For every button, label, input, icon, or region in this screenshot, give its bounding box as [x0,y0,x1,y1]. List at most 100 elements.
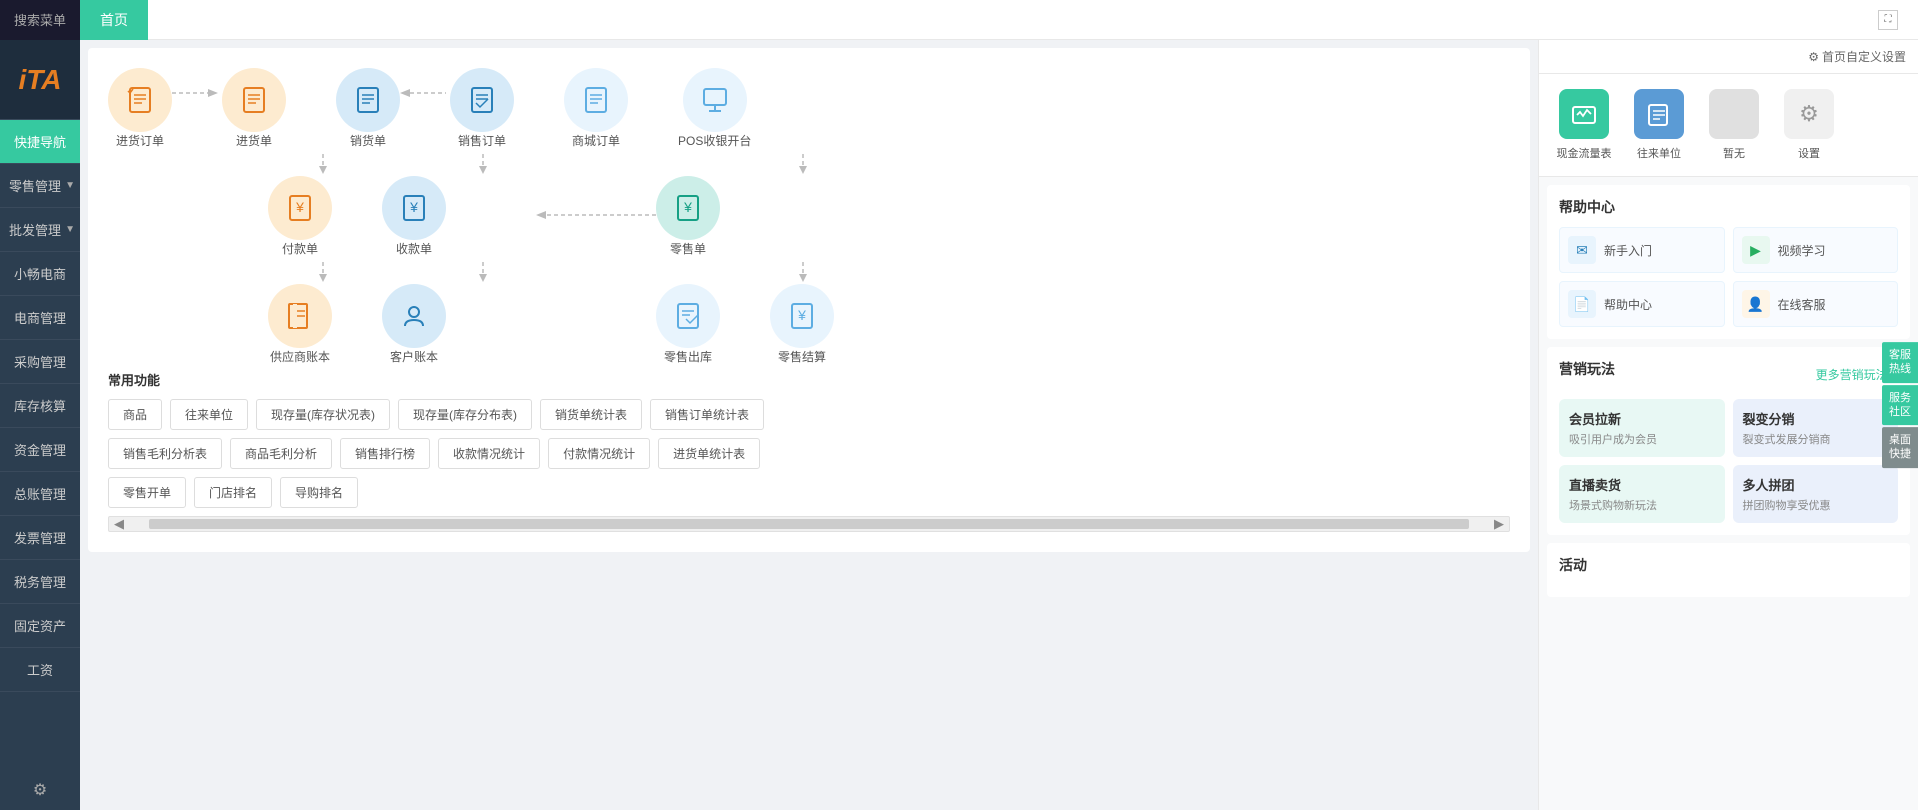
search-menu-btn[interactable]: 搜索菜单 [0,0,80,40]
sidebar-item-label-ledger: 总账管理 [5,484,75,503]
btn-inventory-dist[interactable]: 现存量(库存分布表) [398,399,532,430]
scroll-handle[interactable] [149,519,1469,529]
right-panel-header: ⚙ 首页自定义设置 [1539,40,1918,74]
sidebar-logo: iTA [0,40,80,120]
customize-link[interactable]: ⚙ 首页自定义设置 [1808,48,1906,65]
sidebar-item-purchase[interactable]: 采购管理 [0,340,80,384]
supplier-book-icon[interactable] [268,284,332,348]
float-btn-service[interactable]: 客服热线 [1882,342,1918,383]
help-item-service[interactable]: 👤 在线客服 [1733,281,1899,327]
sidebar-item-inventory[interactable]: 库存核算 [0,384,80,428]
v-arrow-stock-in [268,154,378,174]
pos-icon[interactable] [683,68,747,132]
sales-order-icon[interactable] [450,68,514,132]
sidebar-item-label-inventory: 库存核算 [5,396,75,415]
btn-purchase-stat[interactable]: 进货单统计表 [658,438,760,469]
v-arrow-retail [748,262,858,282]
sidebar-item-assets[interactable]: 固定资产 [0,604,80,648]
sidebar-item-ledger[interactable]: 总账管理 [0,472,80,516]
mall-order-icon[interactable] [564,68,628,132]
quick-access-settings[interactable]: ⚙ 设置 [1779,89,1839,161]
customer-book-icon[interactable] [382,284,446,348]
flow-node-payment: ¥ 付款单 [268,176,332,257]
flow-node-sales-order: 销售订单 [450,68,514,149]
btn-store-rank[interactable]: 门店排名 [194,477,272,508]
help-center-title: 帮助中心 [1559,197,1898,217]
btn-guide-rank[interactable]: 导购排名 [280,477,358,508]
v-spacer2 [218,154,268,174]
btn-sales-rank[interactable]: 销售排行榜 [340,438,430,469]
main-layout: iTA 快捷导航 零售管理 ▼ 批发管理 ▼ 小畅电商 电商管理 采购管理 库存… [0,40,1918,810]
quick-access-none[interactable]: 暂无 [1704,89,1764,161]
quick-access-partners[interactable]: 往来单位 [1629,89,1689,161]
btn-payment-stat[interactable]: 付款情况统计 [548,438,650,469]
v-spacer3 [378,154,428,174]
sidebar-item-ecom[interactable]: 小畅电商 [0,252,80,296]
sales-order-label: 销售订单 [458,132,506,149]
dashed-from-pos [536,208,656,222]
btn-sales-order-stat[interactable]: 销售订单统计表 [650,399,764,430]
flow-node-customer-book: 客户账本 [382,284,446,365]
marketing-item-group[interactable]: 多人拼团 拼团购物享受优惠 [1733,465,1899,523]
scroll-right-arrow[interactable]: ▶ [1489,516,1509,532]
video-icon: ▶ [1742,236,1770,264]
v-arrow-sales [428,154,538,174]
svg-text:¥: ¥ [295,199,304,215]
sidebar-item-retail[interactable]: 零售管理 ▼ [0,164,80,208]
retail-settle-icon[interactable]: ¥ [770,284,834,348]
flow-node-retail-out: 零售出库 [656,284,720,365]
float-btn-community[interactable]: 服务社区 [1882,385,1918,426]
float-btn-desktop[interactable]: 桌面快捷 [1882,427,1918,468]
flow-row-3: 供应商账本 客户账本 [108,284,978,365]
marketing-item-fission[interactable]: 裂变分销 裂变式发展分销商 [1733,399,1899,457]
none-label: 暂无 [1723,145,1745,161]
quick-access-bar: 现金流量表 往来单位 暂无 ⚙ 设置 [1539,74,1918,177]
sales-icon[interactable] [336,68,400,132]
fullscreen-btn[interactable]: ⛶ [1878,10,1898,30]
marketing-item-live[interactable]: 直播卖货 场景式购物新玩法 [1559,465,1725,523]
retail-out-icon[interactable] [656,284,720,348]
quick-access-cashflow[interactable]: 现金流量表 [1554,89,1614,161]
purchase-order-icon[interactable] [108,68,172,132]
sidebar-item-tax[interactable]: 税务管理 [0,560,80,604]
btn-sales-stat[interactable]: 销货单统计表 [540,399,642,430]
btn-partners[interactable]: 往来单位 [170,399,248,430]
chevron-down-icon-2: ▼ [65,224,75,235]
beginner-label: 新手入门 [1604,242,1652,259]
stock-in-icon[interactable] [222,68,286,132]
v-arrow-payment [268,262,378,282]
marketing-item-member[interactable]: 会员拉新 吸引用户成为会员 [1559,399,1725,457]
live-sub: 场景式购物新玩法 [1569,497,1715,513]
help-item-beginner[interactable]: ✉ 新手入门 [1559,227,1725,273]
sidebar-item-finance[interactable]: 资金管理 [0,428,80,472]
activity-section: 活动 [1547,543,1910,597]
v-arrow-receipt [428,262,538,282]
btn-goods[interactable]: 商品 [108,399,162,430]
v-sp3 [588,262,698,282]
retail-icon[interactable]: ¥ [656,176,720,240]
btn-receipt-stat[interactable]: 收款情况统计 [438,438,540,469]
settings-gear-icon[interactable]: ⚙ [33,780,47,800]
payment-icon[interactable]: ¥ [268,176,332,240]
sidebar-item-invoice[interactable]: 发票管理 [0,516,80,560]
v-arrows-row2 [108,262,978,282]
help-item-help[interactable]: 📄 帮助中心 [1559,281,1725,327]
receipt-icon[interactable]: ¥ [382,176,446,240]
scroll-left-arrow[interactable]: ◀ [109,516,129,532]
btn-goods-profit[interactable]: 商品毛利分析 [230,438,332,469]
gear-small-icon: ⚙ [1808,50,1819,64]
sidebar-item-salary[interactable]: 工资 [0,648,80,692]
sidebar-item-wholesale[interactable]: 批发管理 ▼ [0,208,80,252]
horizontal-scrollbar[interactable]: ◀ ▶ [108,516,1510,532]
btn-retail-order[interactable]: 零售开单 [108,477,186,508]
btn-sales-profit[interactable]: 销售毛利分析表 [108,438,222,469]
beginner-icon: ✉ [1568,236,1596,264]
sidebar-item-ecomm2[interactable]: 电商管理 [0,296,80,340]
tab-home[interactable]: 首页 [80,0,148,40]
help-item-video[interactable]: ▶ 视频学习 [1733,227,1899,273]
flow-row-2: ¥ 付款单 ¥ 收款单 [108,176,978,257]
btn-inventory-status[interactable]: 现存量(库存状况表) [256,399,390,430]
payment-label: 付款单 [282,240,318,257]
purchase-order-label: 进货订单 [116,132,164,149]
sidebar-item-quicknav[interactable]: 快捷导航 [0,120,80,164]
